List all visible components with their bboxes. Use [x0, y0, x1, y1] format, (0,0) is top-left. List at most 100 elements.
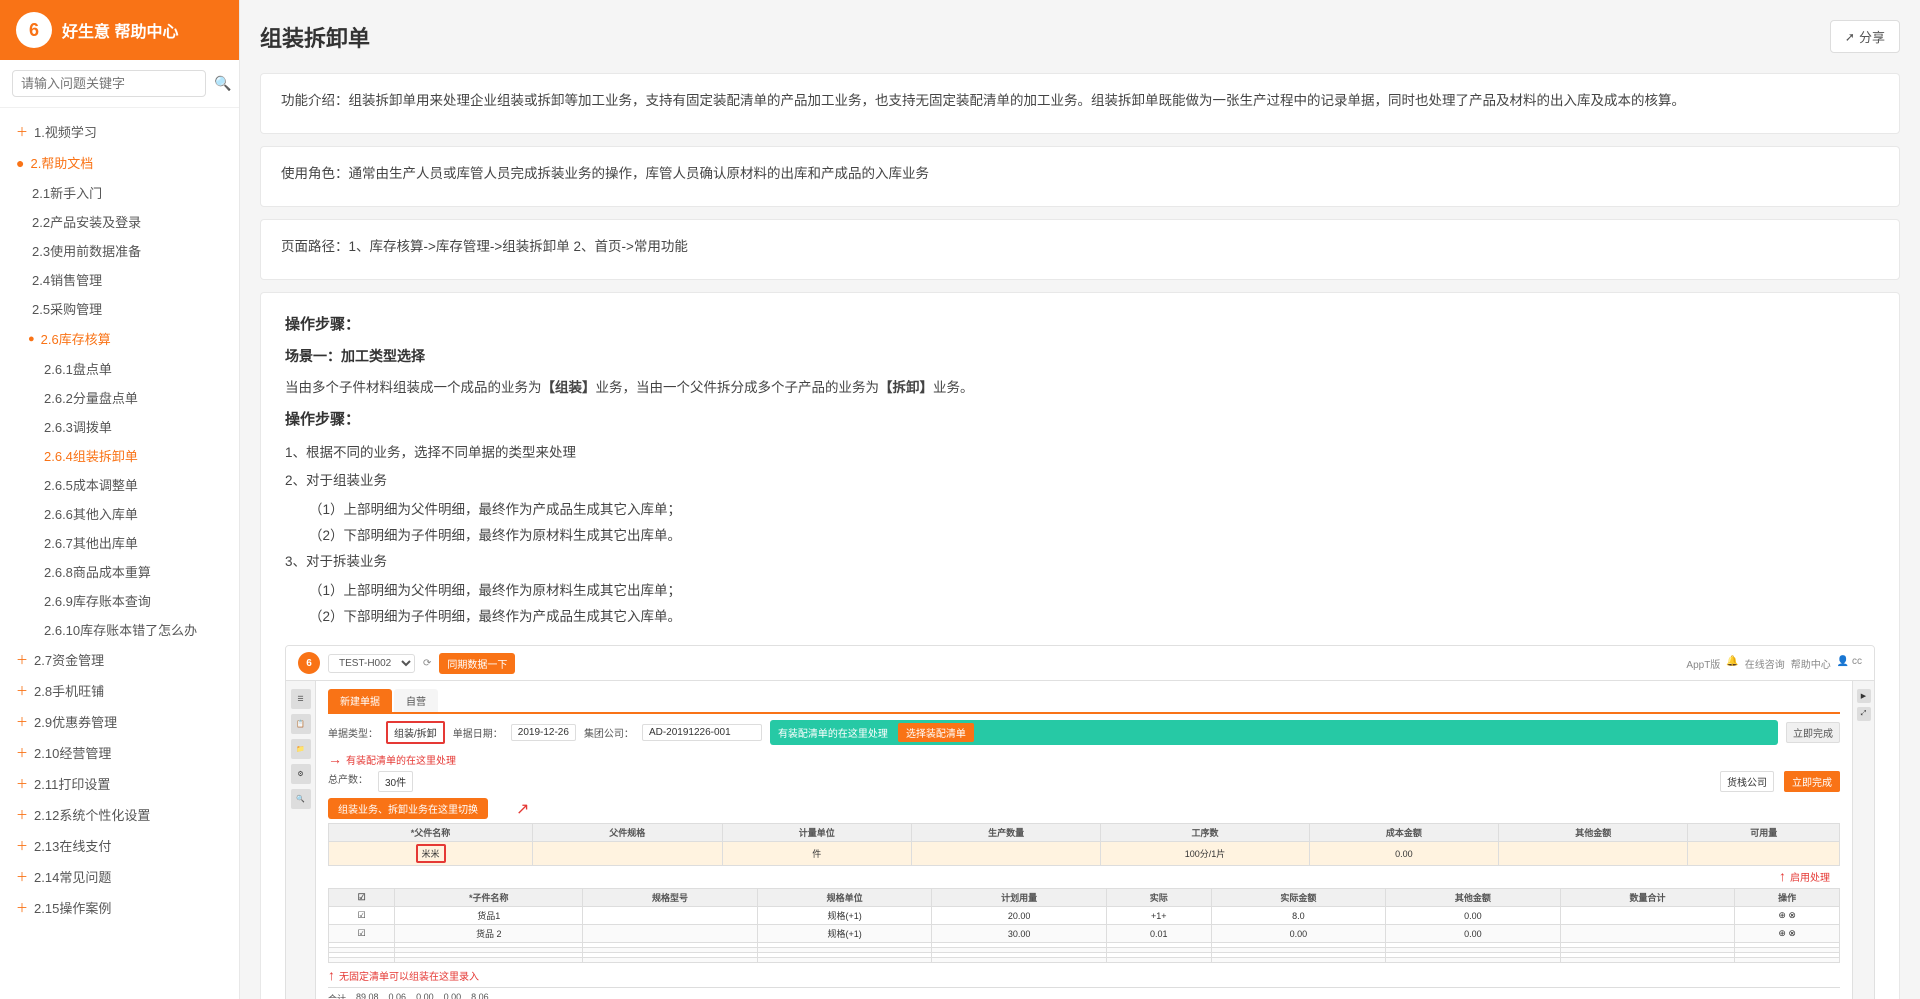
sim-parent-unit-cell[interactable]: 件 [722, 842, 911, 866]
expand-icon-2-14: ＋ [16, 868, 28, 885]
sidebar-item-2-3[interactable]: 2.3使用前数据准备 [0, 236, 239, 265]
sidebar-item-2-1[interactable]: 2.1新手入门 [0, 178, 239, 207]
active-dot-2-6: ● [28, 333, 35, 345]
sim-enable-text: 启用处理 [1790, 869, 1830, 884]
sim-field3-value[interactable]: AD-20191226-001 [642, 724, 762, 741]
sim-child-row1-unit[interactable]: 规格(+1) [757, 907, 932, 925]
sim-child-row1-total[interactable] [1560, 907, 1735, 925]
sim-parent-prod-qty-cell[interactable] [911, 842, 1100, 866]
sidebar-item-2-6-8[interactable]: 2.6.8商品成本重算 [0, 557, 239, 586]
step1: 1、根据不同的业务，选择不同单据的类型来处理 [285, 441, 1875, 465]
sim-child-row2-unit[interactable]: 规格(+1) [757, 925, 932, 943]
sidebar-item-2-13[interactable]: ＋ 2.13在线支付 [0, 830, 239, 861]
sim-annotation-enable: ↑ 启用处理 [338, 868, 1830, 884]
sim-parent-proc-cell[interactable]: 100分/1片 [1101, 842, 1309, 866]
sidebar-item-2-7[interactable]: ＋ 2.7资金管理 [0, 644, 239, 675]
sim-child-row2-name[interactable]: 货品 2 [395, 925, 583, 943]
sim-child-row1-name[interactable]: 货品1 [395, 907, 583, 925]
sidebar-item-2-14[interactable]: ＋ 2.14常见问题 [0, 861, 239, 892]
share-label: 分享 [1859, 27, 1885, 46]
sim-tab-new[interactable]: 新建单据 [328, 689, 392, 712]
sim-parent-spec-cell[interactable] [533, 842, 722, 866]
ops-steps-title: 操作步骤： [285, 408, 1875, 429]
sim-child-row1-actual-amt[interactable]: 8.0 [1211, 907, 1386, 925]
sim-green-banner: 有装配清单的在这里处理 选择装配清单 [770, 720, 1778, 745]
sim-help-center-icon: 帮助中心 [1791, 656, 1831, 671]
share-button[interactable]: ➚ 分享 [1830, 20, 1900, 53]
sim-parent-other-cell[interactable] [1499, 842, 1688, 866]
sidebar-item-2-6-10[interactable]: 2.6.10库存账本错了怎么办 [0, 615, 239, 644]
sidebar-item-2-15[interactable]: ＋ 2.15操作案例 [0, 892, 239, 923]
sidebar-item-2-11[interactable]: ＋ 2.11打印设置 [0, 768, 239, 799]
func-intro-card: 功能介绍：组装拆卸单用来处理企业组装或拆卸等加工业务，支持有固定装配清单的产品加… [260, 73, 1900, 134]
sim-col-parent-name: *父件名称 [329, 824, 533, 842]
sim-company-select[interactable]: TEST-H002 [328, 654, 415, 673]
sim-field2-value[interactable]: 2019-12-26 [511, 724, 576, 741]
sim-parent-name-cell[interactable]: 米米 [329, 842, 533, 866]
sim-footer-label: 合计 [328, 992, 346, 999]
sidebar-item-2-2[interactable]: 2.2产品安装及登录 [0, 207, 239, 236]
sim-parent-cost-cell[interactable]: 0.00 [1309, 842, 1498, 866]
sim-child-row1-actual[interactable]: +1+ [1106, 907, 1211, 925]
scenario-desc: 当由多个子件材料组装成一个成品的业务为【组装】业务，当由一个父件拆分成多个子产品… [285, 376, 1875, 400]
sidebar-item-2-9[interactable]: ＋ 2.9优惠券管理 [0, 706, 239, 737]
sim-save-btn[interactable]: 立即完成 [1786, 722, 1840, 743]
sim-child-row1-op[interactable]: ⊕ ⊗ [1735, 907, 1840, 925]
main-body: 操作步骤： 场景一：加工类型选择 当由多个子件材料组装成一个成品的业务为【组装】… [260, 292, 1900, 999]
sim-child-row1-spec[interactable] [583, 907, 758, 925]
sim-field1-value[interactable]: 组装/拆卸 [386, 721, 445, 744]
sim-child-row2-op[interactable]: ⊕ ⊗ [1735, 925, 1840, 943]
search-input[interactable] [12, 70, 206, 97]
sidebar-item-2-6-1[interactable]: 2.6.1盘点单 [0, 354, 239, 383]
sim-col-qty: 生产数量 [911, 824, 1100, 842]
sidebar-item-2-10[interactable]: ＋ 2.10经营管理 [0, 737, 239, 768]
sidebar-item-2-6-2[interactable]: 2.6.2分量盘点单 [0, 383, 239, 412]
sim-period-btn[interactable]: 同期数据一下 [439, 653, 515, 674]
search-button[interactable]: 🔍 [212, 73, 233, 94]
sim-child-row2-spec[interactable] [583, 925, 758, 943]
sim-child-row2-actual[interactable]: 0.01 [1106, 925, 1211, 943]
sim-child-row2-total[interactable] [1560, 925, 1735, 943]
nav-label-2-8: 2.8手机旺铺 [34, 681, 104, 700]
sidebar-item-2-6-5[interactable]: 2.6.5成本调整单 [0, 470, 239, 499]
sidebar-item-2-6-6[interactable]: 2.6.6其他入库单 [0, 499, 239, 528]
sim-left-strip: ☰ 📋 📁 ⚙ 🔍 [286, 681, 316, 999]
sidebar-item-2[interactable]: ● 2.帮助文档 [0, 147, 239, 178]
sim-warehouse-field[interactable]: 货栈公司 [1720, 771, 1774, 792]
use-role-card: 使用角色：通常由生产人员或库管人员完成拆装业务的操作，库管人员确认原材料的出库和… [260, 146, 1900, 207]
sim-form-row2: 总产数： 30件 货栈公司 立即完成 [328, 771, 1840, 792]
sim-footer-total3: 0.00 [416, 992, 434, 999]
sidebar-item-2-8[interactable]: ＋ 2.8手机旺铺 [0, 675, 239, 706]
nav-label-2-9: 2.9优惠券管理 [34, 712, 117, 731]
sim-child-row1-other-amt[interactable]: 0.00 [1386, 907, 1561, 925]
sim-col-unit: 计量单位 [722, 824, 911, 842]
sidebar-item-2-6-3[interactable]: 2.6.3调拨单 [0, 412, 239, 441]
sim-logo-icon: 6 [298, 652, 320, 674]
sim-no-bom-text: 无固定清单可以组装在这里录入 [339, 968, 479, 983]
sim-annotation-bom-text: 有装配清单的在这里处理 [346, 752, 456, 767]
sidebar-item-2-6-9[interactable]: 2.6.9库存账本查询 [0, 586, 239, 615]
sidebar-item-2-6[interactable]: ● 2.6库存核算 [0, 323, 239, 354]
page-title: 组装拆卸单 [260, 21, 370, 53]
sim-child-row1-check[interactable]: ☑ [329, 907, 395, 925]
sim-bell-icon: 🔔 [1726, 656, 1738, 671]
sidebar-item-2-4[interactable]: 2.4销售管理 [0, 265, 239, 294]
sim-confirm-btn[interactable]: 立即完成 [1784, 771, 1840, 792]
sim-refresh-icon: ⟳ [423, 658, 431, 669]
sim-select-bom-btn[interactable]: 选择装配清单 [898, 723, 974, 742]
sim-strip-icon-4: ⚙ [291, 764, 311, 784]
sim-child-row2-actual-amt[interactable]: 0.00 [1211, 925, 1386, 943]
step2-2: （2）下部明细为子件明细，最终作为原材料生成其它出库单。 [285, 524, 1875, 548]
sim-parent-avail-cell[interactable] [1688, 842, 1840, 866]
sidebar-item-2-6-4[interactable]: 2.6.4组装拆卸单 [0, 441, 239, 470]
sidebar-item-1[interactable]: ＋ 1.视频学习 [0, 116, 239, 147]
sim-tab-self[interactable]: 自营 [394, 689, 438, 712]
sim-child-row2-other-amt[interactable]: 0.00 [1386, 925, 1561, 943]
sidebar-item-2-12[interactable]: ＋ 2.12系统个性化设置 [0, 799, 239, 830]
sidebar-item-2-5[interactable]: 2.5采购管理 [0, 294, 239, 323]
sim-child-row2-check[interactable]: ☑ [329, 925, 395, 943]
sim-child-row1-plan[interactable]: 20.00 [932, 907, 1107, 925]
sim-child-row2-plan[interactable]: 30.00 [932, 925, 1107, 943]
sim-qty-value[interactable]: 30件 [378, 771, 413, 792]
sidebar-item-2-6-7[interactable]: 2.6.7其他出库单 [0, 528, 239, 557]
